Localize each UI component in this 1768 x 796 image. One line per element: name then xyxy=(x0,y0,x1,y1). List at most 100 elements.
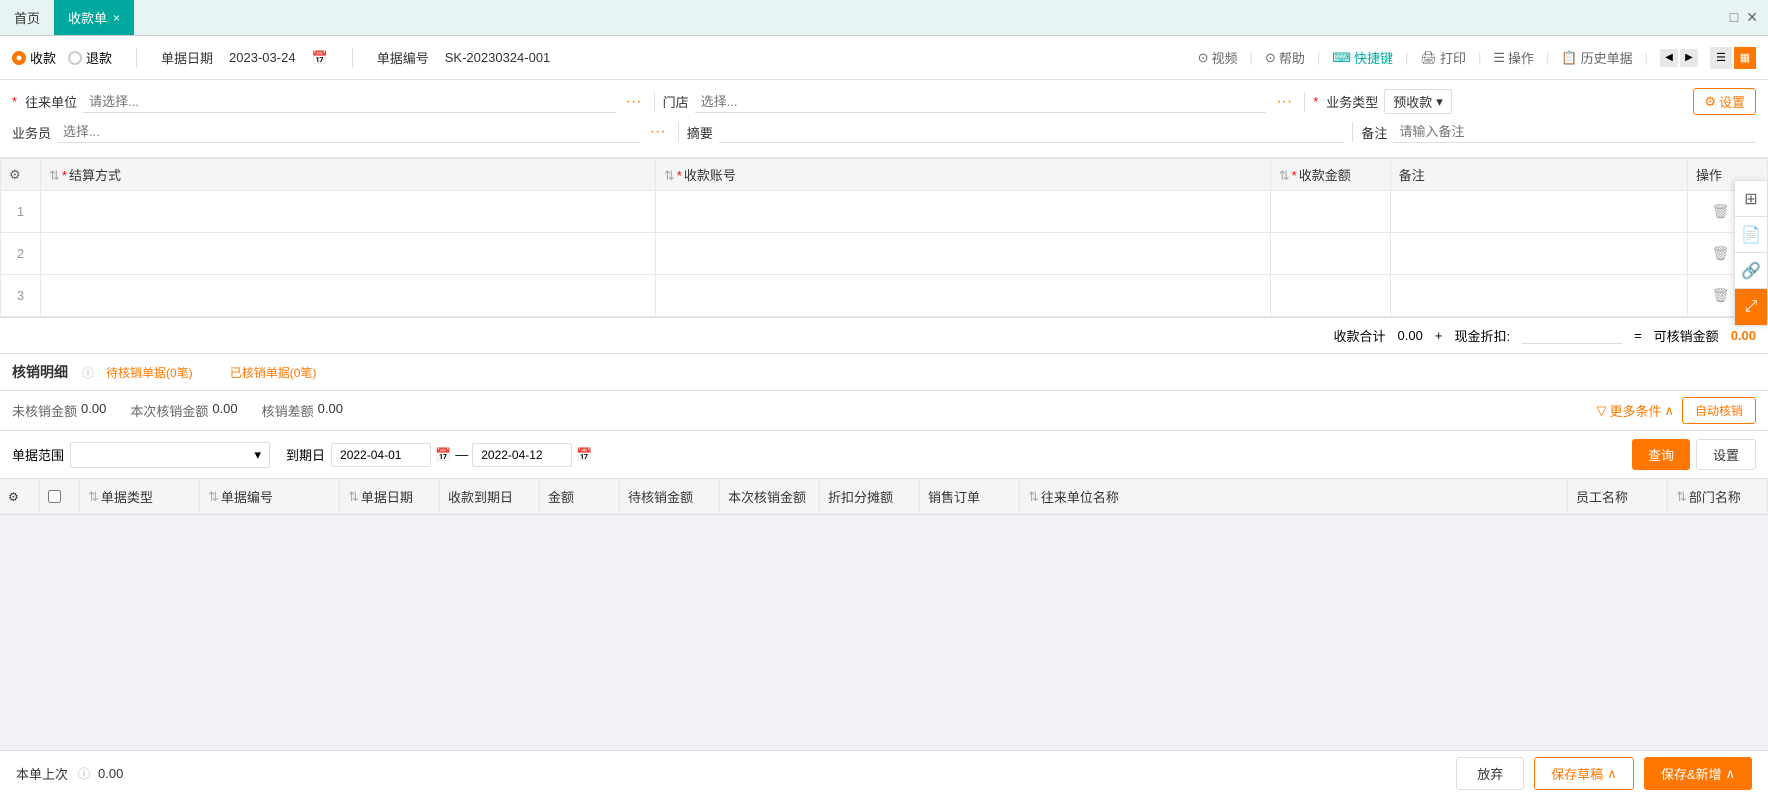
tab-receipt[interactable]: 收款单 × xyxy=(54,0,134,35)
row-1-settlement[interactable] xyxy=(41,191,656,233)
query-btn[interactable]: 查询 xyxy=(1632,439,1690,470)
verify-settings-btn[interactable]: 设置 xyxy=(1696,439,1756,470)
done-tab[interactable]: 已核销单据(0笔) xyxy=(230,364,317,381)
tab-home-label: 首页 xyxy=(14,8,40,27)
draft-btn[interactable]: 保存草稿 ∧ xyxy=(1534,757,1634,790)
verify-title: 核销明细 xyxy=(12,362,68,382)
form-divider-3 xyxy=(678,122,679,142)
party-input[interactable] xyxy=(83,91,616,113)
salesperson-input[interactable] xyxy=(57,121,640,143)
refund-radio-circle xyxy=(68,51,82,65)
biz-type-field: * 业务类型 预收款 ▾ xyxy=(1313,89,1693,114)
receipt-radio[interactable]: 收款 xyxy=(12,48,56,67)
right-tool-expand[interactable]: ⤢ xyxy=(1735,289,1767,325)
right-tool-doc[interactable]: 📄 xyxy=(1735,217,1767,253)
right-tools: ⊞ 📄 🔗 ⤢ xyxy=(1734,180,1768,326)
shortcut-btn[interactable]: ⌨ 快捷键 xyxy=(1332,48,1393,67)
ops-btn[interactable]: ☰ 操作 xyxy=(1493,48,1534,67)
save-btn[interactable]: 保存&新增 ∧ xyxy=(1644,757,1752,790)
salesperson-more-btn[interactable]: ··· xyxy=(646,123,670,141)
nav-arrows: ◀ ▶ xyxy=(1660,49,1698,67)
row-2-amount[interactable] xyxy=(1270,233,1390,275)
nav-next[interactable]: ▶ xyxy=(1680,49,1698,67)
due-date-field: 到期日 📅 — 📅 xyxy=(286,443,592,467)
help-btn[interactable]: ⊙ 帮助 xyxy=(1265,48,1305,67)
sub-col-discount: 折扣分摊额 xyxy=(820,479,920,514)
history-label: 历史单据 xyxy=(1581,48,1633,67)
right-tool-link[interactable]: 🔗 xyxy=(1735,253,1767,289)
tab-home[interactable]: 首页 xyxy=(0,0,54,35)
select-all-checkbox[interactable] xyxy=(48,490,61,503)
verify-info-icon[interactable]: ⓘ xyxy=(82,364,94,381)
cal-icon-from[interactable]: 📅 xyxy=(435,447,451,463)
auto-verify-btn[interactable]: 自动核销 xyxy=(1682,397,1756,424)
date-to-input[interactable] xyxy=(472,443,572,467)
tab-receipt-close[interactable]: × xyxy=(113,11,120,25)
window-restore-icon[interactable]: □ xyxy=(1730,9,1738,26)
biz-type-select[interactable]: 预收款 ▾ xyxy=(1384,89,1452,114)
sub-col-settings[interactable]: ⚙ xyxy=(0,479,40,514)
more-filter-btn[interactable]: ▽ 更多条件 ∧ xyxy=(1596,401,1674,420)
toolbar-left: 收款 退款 单据日期 2023-03-24 📅 单据编号 SK-20230324… xyxy=(12,48,1182,68)
row-1-delete-btn[interactable]: 🗑 xyxy=(1712,203,1730,220)
row-3-account[interactable] xyxy=(655,275,1270,317)
unverified-value: 0.00 xyxy=(81,401,106,420)
discount-input[interactable] xyxy=(1522,328,1622,344)
right-tool-table[interactable]: ⊞ xyxy=(1735,181,1767,217)
form-divider-4 xyxy=(1352,122,1353,142)
cal-icon-to[interactable]: 📅 xyxy=(576,447,592,463)
party-req: * xyxy=(12,94,17,109)
sub-col-employee: 员工名称 xyxy=(1568,479,1668,514)
sub-col-checkbox[interactable] xyxy=(40,479,80,514)
nav-prev[interactable]: ◀ xyxy=(1660,49,1678,67)
row-3-delete-btn[interactable]: 🗑 xyxy=(1712,287,1730,304)
date-from-input[interactable] xyxy=(331,443,431,467)
sub-col-number: ⇅单据编号 xyxy=(200,479,340,514)
pending-tab[interactable]: 待核销单据(0笔) xyxy=(106,364,193,381)
window-close-icon[interactable]: ✕ xyxy=(1746,9,1758,26)
row-2-account[interactable] xyxy=(655,233,1270,275)
salesperson-field: 业务员 ··· xyxy=(12,121,670,143)
total-value: 0.00 xyxy=(1398,328,1423,343)
history-btn[interactable]: 📋 历史单据 xyxy=(1561,48,1632,67)
row-1-account[interactable] xyxy=(655,191,1270,233)
biz-type-arrow: ▾ xyxy=(1436,94,1443,110)
row-1-remark[interactable] xyxy=(1390,191,1687,233)
current-info-icon[interactable]: ⓘ xyxy=(78,765,90,782)
print-btn[interactable]: 🖨 打印 xyxy=(1420,48,1466,67)
remark-label: 备注 xyxy=(1361,123,1387,142)
row-2-settlement[interactable] xyxy=(41,233,656,275)
diff-value: 0.00 xyxy=(318,401,343,420)
bottom-right: 放弃 保存草稿 ∧ 保存&新增 ∧ xyxy=(1456,757,1752,790)
remark-input[interactable] xyxy=(1393,121,1756,143)
form-settings-btn[interactable]: ⚙ 设置 xyxy=(1693,88,1756,115)
col-settings[interactable]: ⚙ xyxy=(1,159,41,191)
sub-col-due: 收款到期日 xyxy=(440,479,540,514)
refund-radio[interactable]: 退款 xyxy=(68,48,112,67)
store-input[interactable] xyxy=(695,91,1267,113)
row-3-remark[interactable] xyxy=(1390,275,1687,317)
store-more-btn[interactable]: ··· xyxy=(1272,93,1296,111)
main-table-wrapper: ⚙ ⇅*结算方式 ⇅*收款账号 ⇅*收款金额 备注 操作 1 xyxy=(0,158,1768,317)
salesperson-label: 业务员 xyxy=(12,123,51,142)
row-2-delete-btn[interactable]: 🗑 xyxy=(1712,245,1730,262)
row-2-remark[interactable] xyxy=(1390,233,1687,275)
summary-input[interactable] xyxy=(719,121,1345,143)
list-view-icon[interactable]: ☰ xyxy=(1710,47,1732,69)
sub-col-party: ⇅往来单位名称 xyxy=(1020,479,1568,514)
receipt-type-group: 收款 退款 xyxy=(12,48,112,67)
grid-view-icon[interactable]: ▦ xyxy=(1734,47,1756,69)
date-value: 2023-03-24 xyxy=(229,50,296,65)
row-3-settlement[interactable] xyxy=(41,275,656,317)
toolbar-right: ⊙ 视频 | ⊙ 帮助 | ⌨ 快捷键 | 🖨 打印 | ☰ 操作 | 📋 历史… xyxy=(1198,47,1756,69)
calendar-icon[interactable]: 📅 xyxy=(312,50,328,66)
range-select[interactable]: ▾ xyxy=(70,442,270,468)
party-more-btn[interactable]: ··· xyxy=(622,93,646,111)
number-value: SK-20230324-001 xyxy=(445,50,551,65)
discard-btn[interactable]: 放弃 xyxy=(1456,757,1524,790)
draft-label: 保存草稿 xyxy=(1551,764,1603,783)
video-btn[interactable]: ⊙ 视频 xyxy=(1198,48,1238,67)
current-value: 0.00 xyxy=(98,766,123,781)
row-1-amount[interactable] xyxy=(1270,191,1390,233)
row-3-amount[interactable] xyxy=(1270,275,1390,317)
